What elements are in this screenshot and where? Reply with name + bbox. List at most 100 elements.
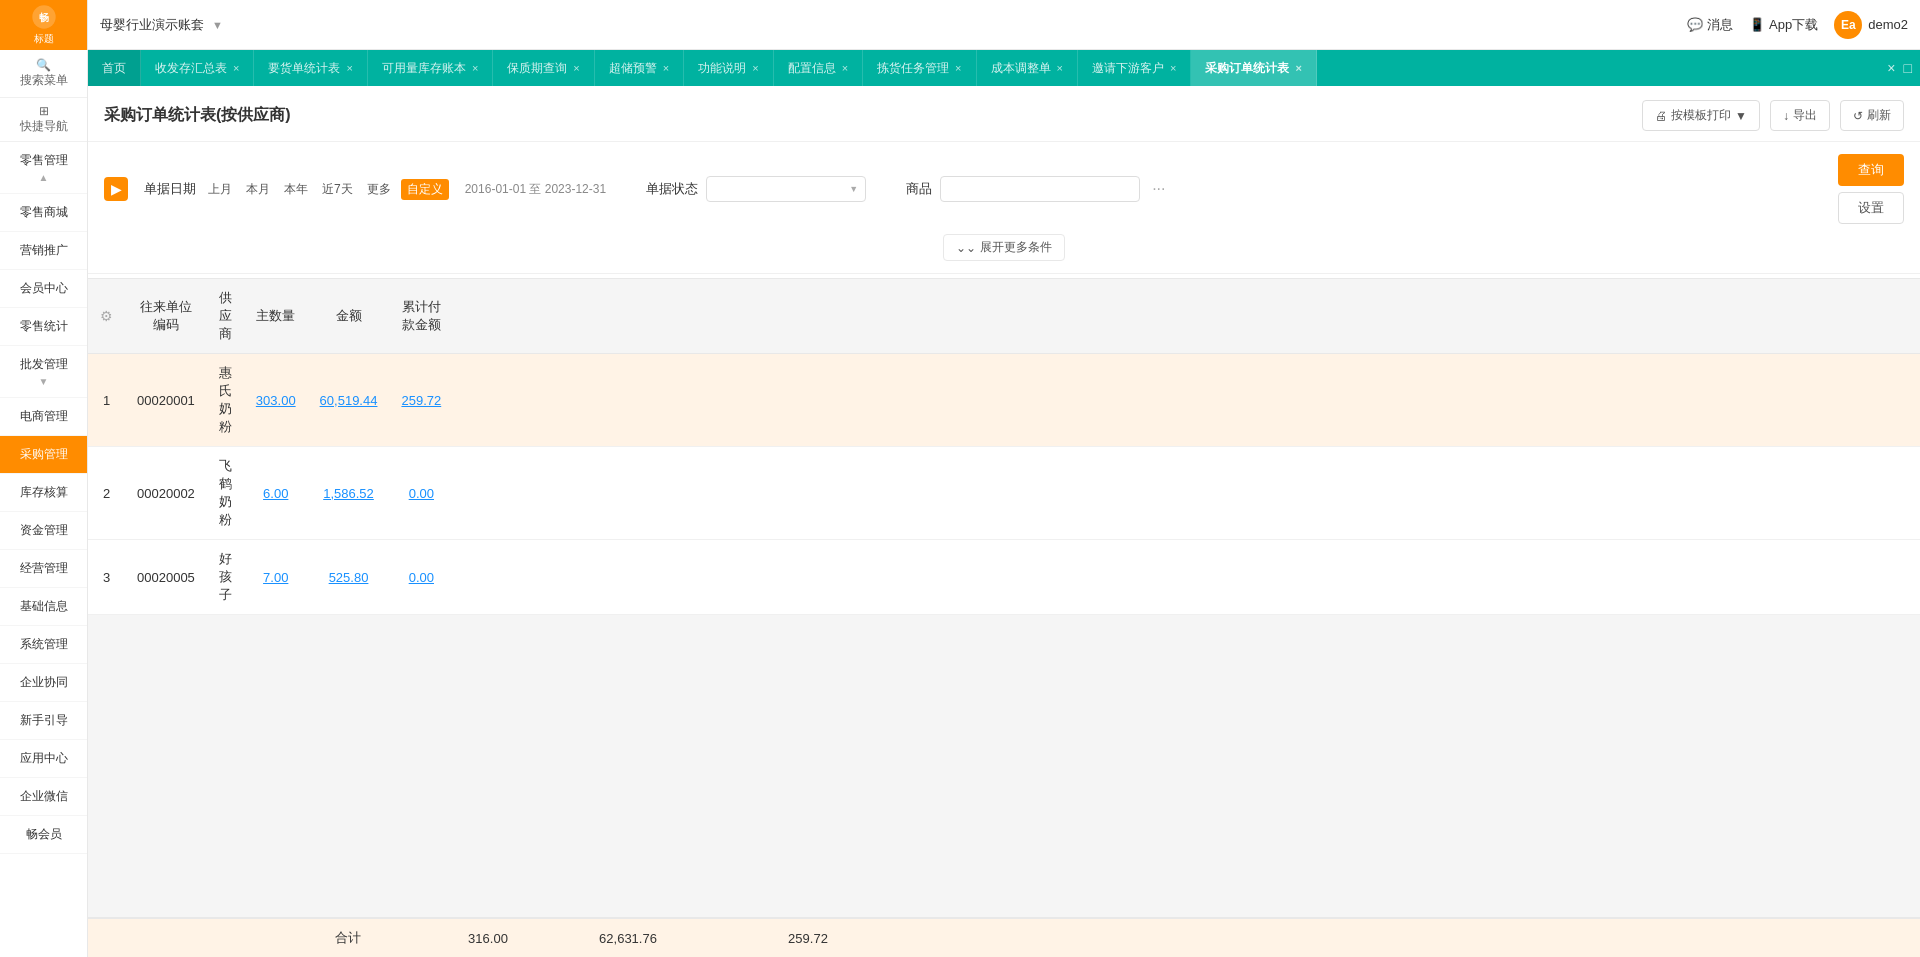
cell-no-3: 3: [88, 540, 125, 615]
col-header-settings: ⚙: [88, 279, 125, 354]
sidebar-item-wholesale-mgmt[interactable]: 批发管理 ▼: [0, 346, 87, 398]
tab-home[interactable]: 首页: [88, 50, 141, 86]
shortcut-last-month[interactable]: 上月: [204, 179, 236, 200]
filter-status-select[interactable]: [706, 176, 866, 202]
filter-status-select-wrap: [706, 176, 866, 202]
sidebar-item-retail-stat[interactable]: 零售统计: [0, 308, 87, 346]
paid-link-3[interactable]: 0.00: [409, 570, 434, 585]
amount-link-3[interactable]: 525.80: [329, 570, 369, 585]
tab-maximize-btn[interactable]: □: [1904, 60, 1912, 76]
cell-empty-1: [453, 354, 1920, 447]
shortcut-more[interactable]: 更多: [363, 179, 395, 200]
tab-task-mgmt[interactable]: 拣货任务管理 ×: [863, 50, 976, 86]
cell-supplier-3: 好孩子: [207, 540, 244, 615]
topbar-messages[interactable]: 💬 消息: [1687, 16, 1733, 34]
sidebar-item-label: 电商管理: [20, 408, 68, 425]
column-settings-icon[interactable]: ⚙: [100, 308, 113, 324]
page-header: 采购订单统计表(按供应商) 🖨 按模板打印 ▼ ↓ 导出 ↺ 刷新: [88, 86, 1920, 142]
topbar-dropdown-icon[interactable]: ▼: [212, 19, 223, 31]
sidebar-nav[interactable]: ⊞ 快捷导航: [0, 98, 87, 142]
tab-goods-stat[interactable]: 要货单统计表 ×: [254, 50, 367, 86]
qty-link-3[interactable]: 7.00: [263, 570, 288, 585]
filter-bar: ▶ 单据日期 上月 本月 本年 近7天 更多 自定义 2016-01-01 至: [88, 142, 1920, 274]
sidebar-item-member[interactable]: 畅会员: [0, 816, 87, 854]
tab-config-close[interactable]: ×: [842, 63, 848, 74]
qty-link-1[interactable]: 303.00: [256, 393, 296, 408]
sidebar-item-retail-mall[interactable]: 零售商城: [0, 194, 87, 232]
tab-func-doc-close[interactable]: ×: [752, 63, 758, 74]
tab-available-stock-label: 可用量库存账本: [382, 60, 466, 77]
filter-goods-input[interactable]: [940, 176, 1140, 202]
tab-close-all-btn[interactable]: ×: [1887, 60, 1895, 76]
refresh-icon: ↺: [1853, 109, 1863, 123]
refresh-button[interactable]: ↺ 刷新: [1840, 100, 1904, 131]
tab-goods-stat-close[interactable]: ×: [346, 63, 352, 74]
tab-receive-close[interactable]: ×: [233, 63, 239, 74]
amount-link-2[interactable]: 1,586.52: [323, 486, 374, 501]
tab-purchase-stat[interactable]: 采购订单统计表 ×: [1191, 50, 1316, 86]
tab-overstock[interactable]: 超储预警 ×: [595, 50, 684, 86]
tab-invite-close[interactable]: ×: [1170, 63, 1176, 74]
sidebar-item-corp-wechat[interactable]: 企业微信: [0, 778, 87, 816]
sidebar-item-ops-mgmt[interactable]: 经营管理: [0, 550, 87, 588]
tab-warranty-close[interactable]: ×: [573, 63, 579, 74]
cell-supplier-1: 惠氏奶粉: [207, 354, 244, 447]
export-button[interactable]: ↓ 导出: [1770, 100, 1830, 131]
sidebar-item-sys-mgmt[interactable]: 系统管理: [0, 626, 87, 664]
tab-task-mgmt-close[interactable]: ×: [955, 63, 961, 74]
tab-cost-adj-close[interactable]: ×: [1057, 63, 1063, 74]
filter-toggle-button[interactable]: ▶: [104, 177, 128, 201]
content-area: 采购订单统计表(按供应商) 🖨 按模板打印 ▼ ↓ 导出 ↺ 刷新: [88, 86, 1920, 917]
tab-available-stock-close[interactable]: ×: [472, 63, 478, 74]
topbar-user[interactable]: Ea demo2: [1834, 11, 1908, 39]
shortcut-7days[interactable]: 近7天: [318, 179, 357, 200]
sidebar-item-label: 新手引导: [20, 712, 68, 729]
sidebar-item-corp-collab[interactable]: 企业协同: [0, 664, 87, 702]
export-icon: ↓: [1783, 109, 1789, 123]
topbar-app-download[interactable]: 📱 App下载: [1749, 16, 1818, 34]
sidebar-item-mkt-promo[interactable]: 营销推广: [0, 232, 87, 270]
shortcut-this-month[interactable]: 本月: [242, 179, 274, 200]
template-print-button[interactable]: 🖨 按模板打印 ▼: [1642, 100, 1760, 131]
tab-overstock-close[interactable]: ×: [663, 63, 669, 74]
tab-warranty[interactable]: 保质期查询 ×: [493, 50, 594, 86]
sidebar-item-app-center[interactable]: 应用中心: [0, 740, 87, 778]
amount-link-1[interactable]: 60,519.44: [320, 393, 378, 408]
col-header-supplier: 供应商: [207, 279, 244, 354]
shortcut-this-year[interactable]: 本年: [280, 179, 312, 200]
sidebar-item-retail-mgmt[interactable]: 零售管理 ▲: [0, 142, 87, 194]
paid-link-1[interactable]: 259.72: [401, 393, 441, 408]
paid-link-2[interactable]: 0.00: [409, 486, 434, 501]
tab-available-stock[interactable]: 可用量库存账本 ×: [368, 50, 493, 86]
sidebar-item-inventory[interactable]: 库存核算: [0, 474, 87, 512]
sidebar-item-member-center[interactable]: 会员中心: [0, 270, 87, 308]
shortcut-custom[interactable]: 自定义: [401, 179, 449, 200]
tab-cost-adj[interactable]: 成本调整单 ×: [977, 50, 1078, 86]
filter-goods-more-btn[interactable]: ···: [1148, 181, 1169, 197]
filter-settings-button[interactable]: 设置: [1838, 192, 1904, 224]
sidebar-search[interactable]: 🔍 搜索菜单: [0, 50, 87, 98]
sidebar-item-ecom-mgmt[interactable]: 电商管理: [0, 398, 87, 436]
cell-qty-2: 6.00: [244, 447, 308, 540]
search-icon: 🔍: [6, 58, 81, 72]
sidebar-item-basic-info[interactable]: 基础信息: [0, 588, 87, 626]
sidebar-item-purchase-mgmt[interactable]: 采购管理: [0, 436, 87, 474]
cell-empty-2: [453, 447, 1920, 540]
sidebar-item-label: 库存核算: [20, 484, 68, 501]
tab-config[interactable]: 配置信息 ×: [774, 50, 863, 86]
cell-code-3: 00020005: [125, 540, 207, 615]
tab-func-doc[interactable]: 功能说明 ×: [684, 50, 773, 86]
search-button[interactable]: 查询: [1838, 154, 1904, 186]
sidebar-item-new-guide[interactable]: 新手引导: [0, 702, 87, 740]
tab-receive[interactable]: 收发存汇总表 ×: [141, 50, 254, 86]
page-panel: 采购订单统计表(按供应商) 🖨 按模板打印 ▼ ↓ 导出 ↺ 刷新: [88, 86, 1920, 615]
sidebar-item-label: 零售管理: [20, 152, 68, 169]
sidebar-nav-label: 快捷导航: [6, 118, 81, 135]
cell-paid-2: 0.00: [389, 447, 453, 540]
sidebar-item-finance[interactable]: 资金管理: [0, 512, 87, 550]
qty-link-2[interactable]: 6.00: [263, 486, 288, 501]
tab-purchase-stat-close[interactable]: ×: [1295, 63, 1301, 74]
tab-invite[interactable]: 邀请下游客户 ×: [1078, 50, 1191, 86]
filter-status-label: 单据状态: [646, 180, 698, 198]
expand-more-button[interactable]: ⌄⌄ 展开更多条件: [943, 234, 1065, 261]
